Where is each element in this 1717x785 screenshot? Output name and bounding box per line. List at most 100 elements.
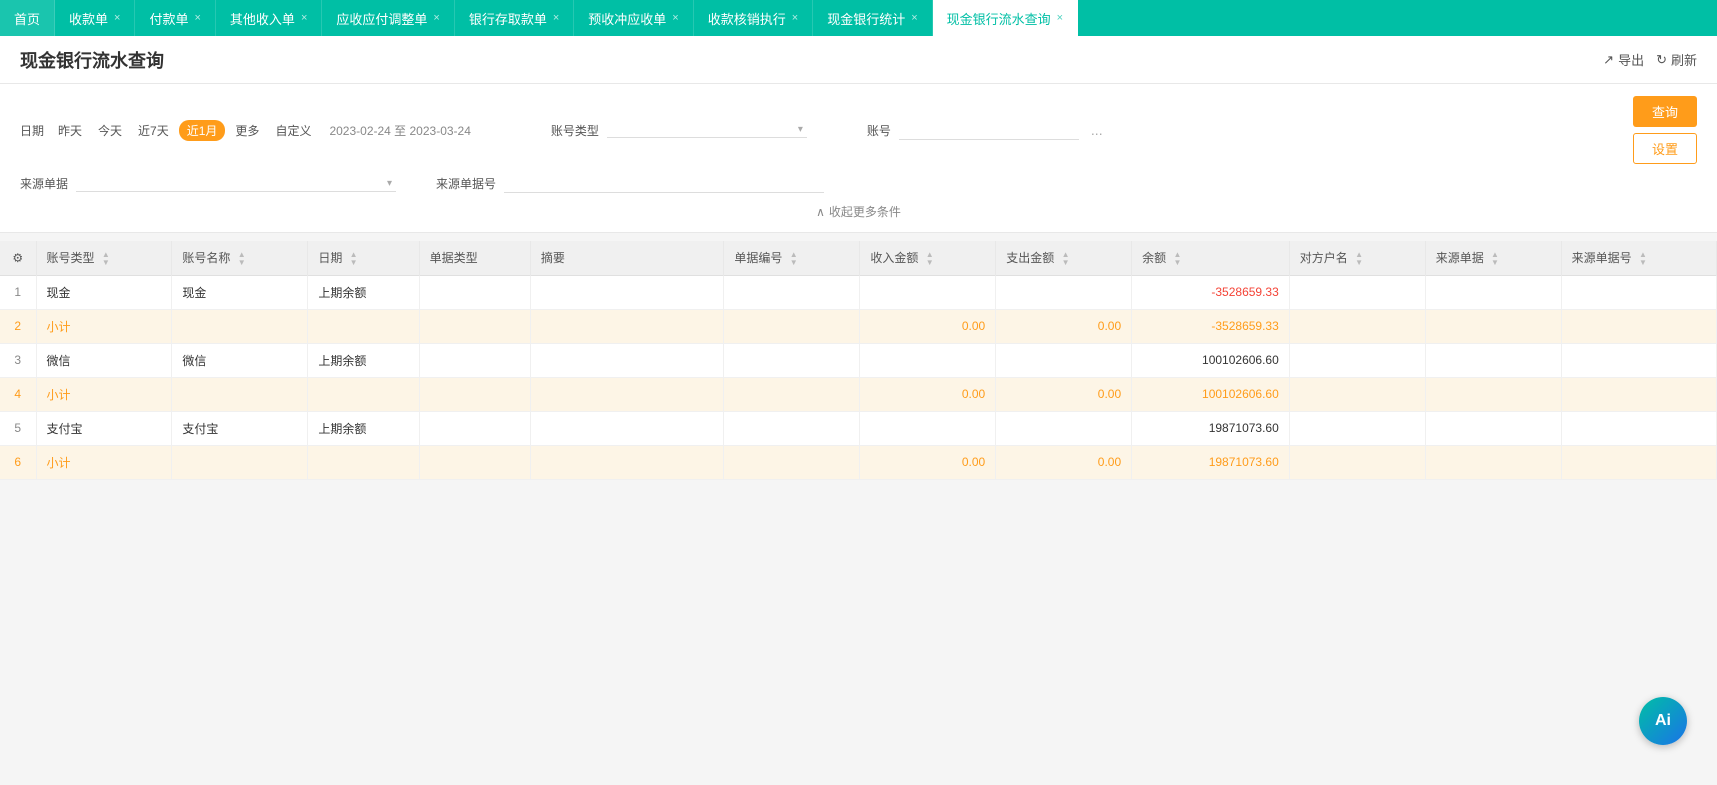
account-filter-group: 账号 ... (867, 121, 1107, 140)
nav-close-icon[interactable]: × (792, 12, 798, 24)
doc-num-cell (724, 377, 860, 411)
sort-icon-income: ▲▼ (926, 251, 934, 267)
income-cell (860, 275, 996, 309)
col-expense-label: 支出金额 (1006, 251, 1054, 265)
col-account-name[interactable]: 账号名称 ▲▼ (172, 241, 308, 275)
settings-icon[interactable]: ⚙ (12, 251, 23, 265)
filter-row-2: 来源单据 ▾ 来源单据号 (20, 174, 1697, 193)
doc-type-cell (419, 377, 530, 411)
export-button[interactable]: ↗ 导出 (1603, 50, 1644, 69)
nav-item-verify[interactable]: 收款核销执行 × (694, 0, 813, 36)
col-counterparty-label: 对方户名 (1300, 251, 1348, 265)
data-table: ⚙ 账号类型 ▲▼ 账号名称 ▲▼ 日期 ▲▼ 单据类型 摘 (0, 241, 1717, 480)
source-doc-select[interactable]: ▾ (76, 176, 396, 192)
ai-assistant-button[interactable]: Ai (1639, 697, 1687, 745)
date-cell (308, 377, 419, 411)
account-name-cell (172, 445, 308, 479)
col-date[interactable]: 日期 ▲▼ (308, 241, 419, 275)
col-income-label: 收入金额 (870, 251, 918, 265)
counterparty-cell (1289, 445, 1425, 479)
export-label: 导出 (1618, 50, 1644, 69)
nav-close-icon[interactable]: × (114, 12, 120, 24)
nav-close-icon[interactable]: × (911, 12, 917, 24)
date-opt-yesterday[interactable]: 昨天 (52, 120, 88, 141)
nav-close-icon[interactable]: × (301, 12, 307, 24)
page-title: 现金银行流水查询 (20, 47, 164, 73)
row-num-cell: 1 (0, 275, 36, 309)
nav-item-adjustment-label: 应收应付调整单 (336, 9, 427, 28)
nav-close-icon[interactable]: × (194, 12, 200, 24)
date-opt-1month[interactable]: 近1月 (179, 120, 226, 141)
doc-type-cell (419, 445, 530, 479)
account-type-cell: 微信 (36, 343, 172, 377)
nav-close-icon[interactable]: × (672, 12, 678, 24)
balance-cell: 19871073.60 (1132, 445, 1290, 479)
nav-close-icon[interactable]: × (553, 12, 559, 24)
income-cell: 0.00 (860, 445, 996, 479)
account-input[interactable] (899, 121, 1079, 140)
nav-item-other-income[interactable]: 其他收入单 × (216, 0, 322, 36)
nav-item-flow[interactable]: 现金银行流水查询 × (933, 0, 1078, 36)
sort-icon-doc-num: ▲▼ (790, 251, 798, 267)
source-doc-cell (1425, 309, 1561, 343)
sort-icon-account-type: ▲▼ (102, 251, 110, 267)
source-doc-num-cell (1561, 309, 1716, 343)
settings-button[interactable]: 设置 (1633, 133, 1697, 164)
date-opt-7days[interactable]: 近7天 (132, 120, 175, 141)
nav-item-receipt[interactable]: 收款单 × (55, 0, 135, 36)
col-account-type-label: 账号类型 (47, 251, 95, 265)
account-type-select[interactable]: ▾ (607, 122, 807, 138)
header-actions: ↗ 导出 ↻ 刷新 (1603, 50, 1697, 69)
table-body: 1 现金 现金 上期余额 -3528659.33 2 小计 0.00 0.00 … (0, 275, 1717, 479)
nav-item-bank[interactable]: 银行存取款单 × (455, 0, 574, 36)
source-doc-num-cell (1561, 411, 1716, 445)
nav-close-active-icon[interactable]: × (1057, 12, 1063, 24)
nav-item-advance[interactable]: 预收冲应收单 × (574, 0, 693, 36)
refresh-button[interactable]: ↻ 刷新 (1656, 50, 1697, 69)
collapse-bar[interactable]: ∧ 收起更多条件 (20, 203, 1697, 220)
nav-item-home[interactable]: 首页 (0, 0, 55, 36)
col-counterparty[interactable]: 对方户名 ▲▼ (1289, 241, 1425, 275)
summary-cell (530, 343, 724, 377)
account-name-cell (172, 377, 308, 411)
date-opt-more[interactable]: 更多 (229, 120, 265, 141)
nav-item-payment-label: 付款单 (149, 9, 188, 28)
collapse-up-icon: ∧ (816, 205, 825, 219)
nav-item-home-label: 首页 (14, 9, 40, 28)
date-opt-custom[interactable]: 自定义 (269, 120, 317, 141)
col-summary[interactable]: 摘要 (530, 241, 724, 275)
nav-close-icon[interactable]: × (433, 12, 439, 24)
col-settings[interactable]: ⚙ (0, 241, 36, 275)
row-num-cell: 4 (0, 377, 36, 411)
table-row: 2 小计 0.00 0.00 -3528659.33 (0, 309, 1717, 343)
query-button[interactable]: 查询 (1633, 96, 1697, 127)
nav-item-statistics-label: 现金银行统计 (827, 9, 905, 28)
account-type-arrow-icon: ▾ (798, 124, 803, 135)
source-doc-num-input[interactable] (504, 174, 824, 193)
counterparty-cell (1289, 309, 1425, 343)
col-balance[interactable]: 余额 ▲▼ (1132, 241, 1290, 275)
col-source-doc-num[interactable]: 来源单据号 ▲▼ (1561, 241, 1716, 275)
action-buttons: 查询 设置 (1633, 96, 1697, 164)
date-cell: 上期余额 (308, 343, 419, 377)
col-summary-label: 摘要 (541, 251, 565, 265)
filter-area: 日期 昨天 今天 近7天 近1月 更多 自定义 2023-02-24 至 202… (0, 84, 1717, 233)
doc-num-cell (724, 343, 860, 377)
col-expense[interactable]: 支出金额 ▲▼ (996, 241, 1132, 275)
nav-item-adjustment[interactable]: 应收应付调整单 × (322, 0, 454, 36)
nav-item-statistics[interactable]: 现金银行统计 × (813, 0, 932, 36)
table-row: 1 现金 现金 上期余额 -3528659.33 (0, 275, 1717, 309)
col-doc-type[interactable]: 单据类型 (419, 241, 530, 275)
nav-item-payment[interactable]: 付款单 × (135, 0, 215, 36)
col-doc-num[interactable]: 单据编号 ▲▼ (724, 241, 860, 275)
col-source-doc[interactable]: 来源单据 ▲▼ (1425, 241, 1561, 275)
col-income[interactable]: 收入金额 ▲▼ (860, 241, 996, 275)
date-opt-today[interactable]: 今天 (92, 120, 128, 141)
date-options: 昨天 今天 近7天 近1月 更多 自定义 (52, 120, 317, 141)
nav-item-bank-label: 银行存取款单 (469, 9, 547, 28)
col-account-type[interactable]: 账号类型 ▲▼ (36, 241, 172, 275)
counterparty-cell (1289, 411, 1425, 445)
date-cell (308, 309, 419, 343)
account-ellipsis-icon[interactable]: ... (1087, 122, 1107, 138)
doc-num-cell (724, 275, 860, 309)
